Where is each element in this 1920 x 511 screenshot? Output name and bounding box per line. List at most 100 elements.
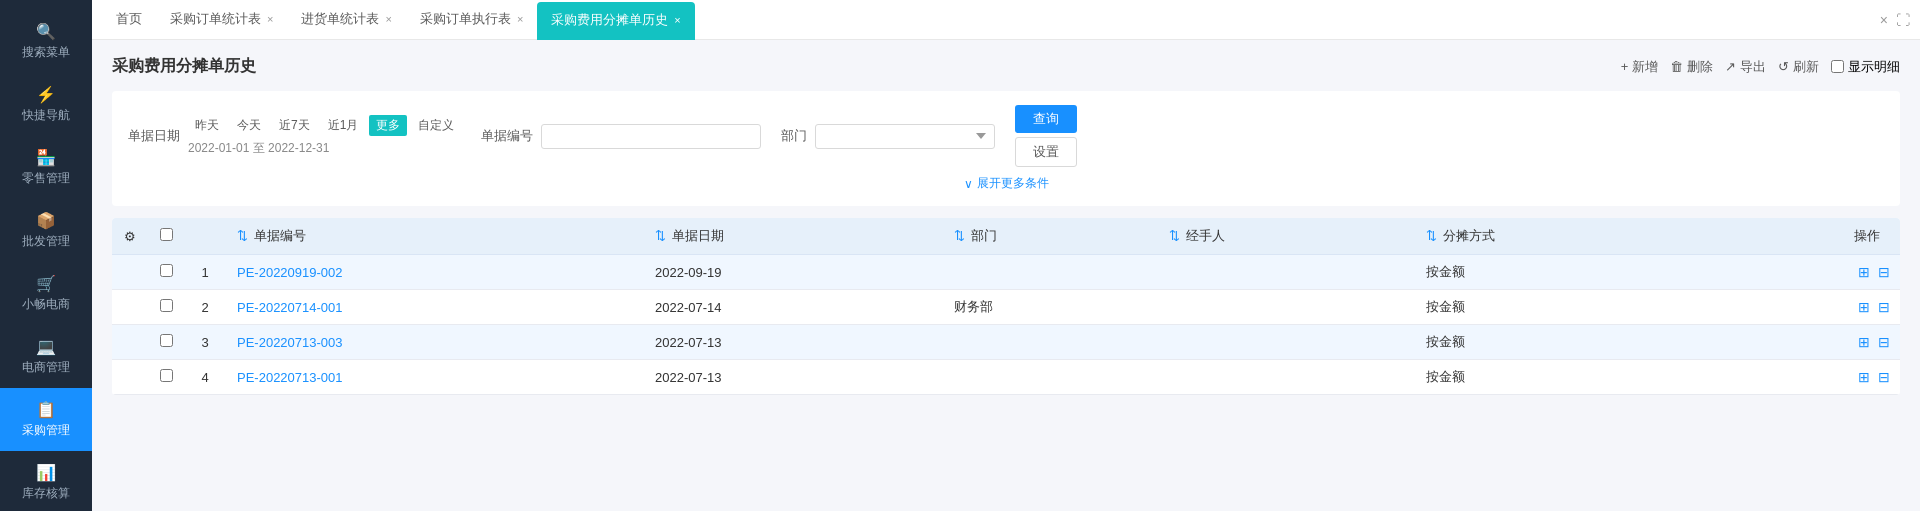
order-no-link[interactable]: PE-20220714-001: [237, 300, 343, 315]
expand-button[interactable]: ∨ 展开更多条件: [964, 175, 1049, 192]
tab-label: 首页: [116, 10, 142, 28]
row-detail-icon[interactable]: ⊟: [1878, 334, 1890, 350]
order-no-link[interactable]: PE-20220713-003: [237, 335, 343, 350]
row-handler: [1157, 255, 1414, 290]
order-no-link[interactable]: PE-20220713-001: [237, 370, 343, 385]
today-btn[interactable]: 今天: [230, 115, 268, 136]
tab-purchase-order-exec[interactable]: 采购订单执行表 ×: [406, 0, 537, 40]
wholesale-icon: 📦: [5, 211, 87, 230]
ecommerce-icon: 💻: [5, 337, 87, 356]
query-button[interactable]: 查询: [1015, 105, 1077, 133]
table-header: ⚙ ⇅ 单据编号 ⇅ 单据日: [112, 218, 1900, 255]
row-split-method: 按金额: [1414, 360, 1713, 395]
row-edit-icon[interactable]: ⊞: [1858, 264, 1870, 280]
tab-close-icon[interactable]: ×: [385, 13, 391, 25]
row-detail-icon[interactable]: ⊟: [1878, 299, 1890, 315]
sidebar-item-wholesale[interactable]: 📦批发管理: [0, 199, 92, 262]
last7days-btn[interactable]: 近7天: [272, 115, 317, 136]
row-split-method: 按金额: [1414, 255, 1713, 290]
shortcut-icon: ⚡: [5, 85, 87, 104]
search-buttons: 查询 设置: [1015, 105, 1077, 167]
col-checkbox: [148, 218, 185, 255]
col-dept[interactable]: ⇅ 部门: [942, 218, 1157, 255]
select-all-checkbox[interactable]: [160, 228, 173, 241]
tab-purchase-cost-history[interactable]: 采购费用分摊单历史×: [537, 2, 694, 40]
last1month-btn[interactable]: 近1月: [321, 115, 366, 136]
fullscreen-icon[interactable]: ⛶: [1896, 12, 1910, 28]
tab-home[interactable]: 首页: [102, 0, 156, 40]
row-order-date: 2022-07-14: [643, 290, 942, 325]
tab-close-icon[interactable]: ×: [674, 14, 680, 26]
date-label: 单据日期: [128, 127, 180, 145]
row-order-date: 2022-07-13: [643, 325, 942, 360]
row-actions: ⊞ ⊟: [1713, 255, 1900, 290]
sort-icon-split: ⇅: [1426, 228, 1437, 243]
yesterday-btn[interactable]: 昨天: [188, 115, 226, 136]
table-row: 3 PE-20220713-003 2022-07-13 按金额 ⊞ ⊟: [112, 325, 1900, 360]
tab-stock-in-stats[interactable]: 进货单统计表 ×: [287, 0, 405, 40]
row-settings: [112, 290, 148, 325]
sidebar-item-search[interactable]: 🔍搜索菜单: [0, 10, 92, 73]
retail-icon: 🏪: [5, 148, 87, 167]
row-handler: [1157, 325, 1414, 360]
custom-date-btn[interactable]: 自定义: [411, 115, 461, 136]
date-buttons-group: 昨天 今天 近7天 近1月 更多 自定义 2022-01-01 至 2022-1…: [188, 115, 461, 157]
tab-label: 采购订单执行表: [420, 10, 511, 28]
refresh-button[interactable]: ↺ 刷新: [1778, 58, 1819, 76]
show-columns-checkbox[interactable]: [1831, 60, 1844, 73]
tab-label: 进货单统计表: [301, 10, 379, 28]
dept-select[interactable]: 财务部: [815, 124, 995, 149]
settings-gear-icon[interactable]: ⚙: [124, 229, 136, 244]
col-settings[interactable]: ⚙: [112, 218, 148, 255]
sidebar-item-shortcut[interactable]: ⚡快捷导航: [0, 73, 92, 136]
row-order-date: 2022-07-13: [643, 360, 942, 395]
expand-row: ∨ 展开更多条件: [128, 175, 1884, 192]
main-content: 首页采购订单统计表×进货单统计表×采购订单执行表×采购费用分摊单历史× × ⛶ …: [92, 0, 1920, 511]
col-order-no[interactable]: ⇅ 单据编号: [225, 218, 643, 255]
row-checkbox[interactable]: [160, 264, 173, 277]
col-order-date[interactable]: ⇅ 单据日期: [643, 218, 942, 255]
row-edit-icon[interactable]: ⊞: [1858, 334, 1870, 350]
col-split-method[interactable]: ⇅ 分摊方式: [1414, 218, 1713, 255]
sidebar-item-ecommerce[interactable]: 💻电商管理: [0, 325, 92, 388]
tab-close-icon[interactable]: ×: [267, 13, 273, 25]
add-button[interactable]: + 新增: [1621, 58, 1658, 76]
row-split-method: 按金额: [1414, 290, 1713, 325]
sidebar-item-mini[interactable]: 🛒小畅电商: [0, 262, 92, 325]
row-checkbox[interactable]: [160, 334, 173, 347]
row-handler: [1157, 360, 1414, 395]
sort-icon-date: ⇅: [655, 228, 666, 243]
delete-button[interactable]: 🗑 删除: [1670, 58, 1713, 76]
more-date-btn[interactable]: 更多: [369, 115, 407, 136]
sidebar-item-inventory[interactable]: 📊库存核算: [0, 451, 92, 511]
tab-purchase-order-stats[interactable]: 采购订单统计表×: [156, 0, 287, 40]
sidebar-item-retail[interactable]: 🏪零售管理: [0, 136, 92, 199]
tab-bar: 首页采购订单统计表×进货单统计表×采购订单执行表×采购费用分摊单历史× × ⛶: [92, 0, 1920, 40]
row-detail-icon[interactable]: ⊟: [1878, 369, 1890, 385]
order-no-link[interactable]: PE-20220919-002: [237, 265, 343, 280]
export-button[interactable]: ↗ 导出: [1725, 58, 1766, 76]
page-content: 采购费用分摊单历史 + 新增 🗑 删除 ↗ 导出 ↺ 刷新: [92, 40, 1920, 511]
order-no-input[interactable]: [541, 124, 761, 149]
col-handler[interactable]: ⇅ 经手人: [1157, 218, 1414, 255]
table-row: 1 PE-20220919-002 2022-09-19 按金额 ⊞ ⊟: [112, 255, 1900, 290]
export-icon: ↗: [1725, 59, 1736, 74]
mini-icon: 🛒: [5, 274, 87, 293]
col-action: 操作: [1713, 218, 1900, 255]
tab-close-icon[interactable]: ×: [517, 13, 523, 25]
toolbar: + 新增 🗑 删除 ↗ 导出 ↺ 刷新 显示明细: [1621, 58, 1900, 76]
row-checkbox[interactable]: [160, 369, 173, 382]
show-columns-toggle[interactable]: 显示明细: [1831, 58, 1900, 76]
row-detail-icon[interactable]: ⊟: [1878, 264, 1890, 280]
sidebar-item-purchase[interactable]: 📋采购管理: [0, 388, 92, 451]
row-seq: 1: [185, 255, 225, 290]
order-no-label: 单据编号: [481, 127, 533, 145]
row-edit-icon[interactable]: ⊞: [1858, 299, 1870, 315]
close-icon[interactable]: ×: [1880, 12, 1888, 28]
row-checkbox[interactable]: [160, 299, 173, 312]
sidebar: 🔍搜索菜单⚡快捷导航🏪零售管理📦批发管理🛒小畅电商💻电商管理📋采购管理📊库存核算…: [0, 0, 92, 511]
row-edit-icon[interactable]: ⊞: [1858, 369, 1870, 385]
sort-icon-dept: ⇅: [954, 228, 965, 243]
setting-button[interactable]: 设置: [1015, 137, 1077, 167]
row-dept: 财务部: [942, 290, 1157, 325]
